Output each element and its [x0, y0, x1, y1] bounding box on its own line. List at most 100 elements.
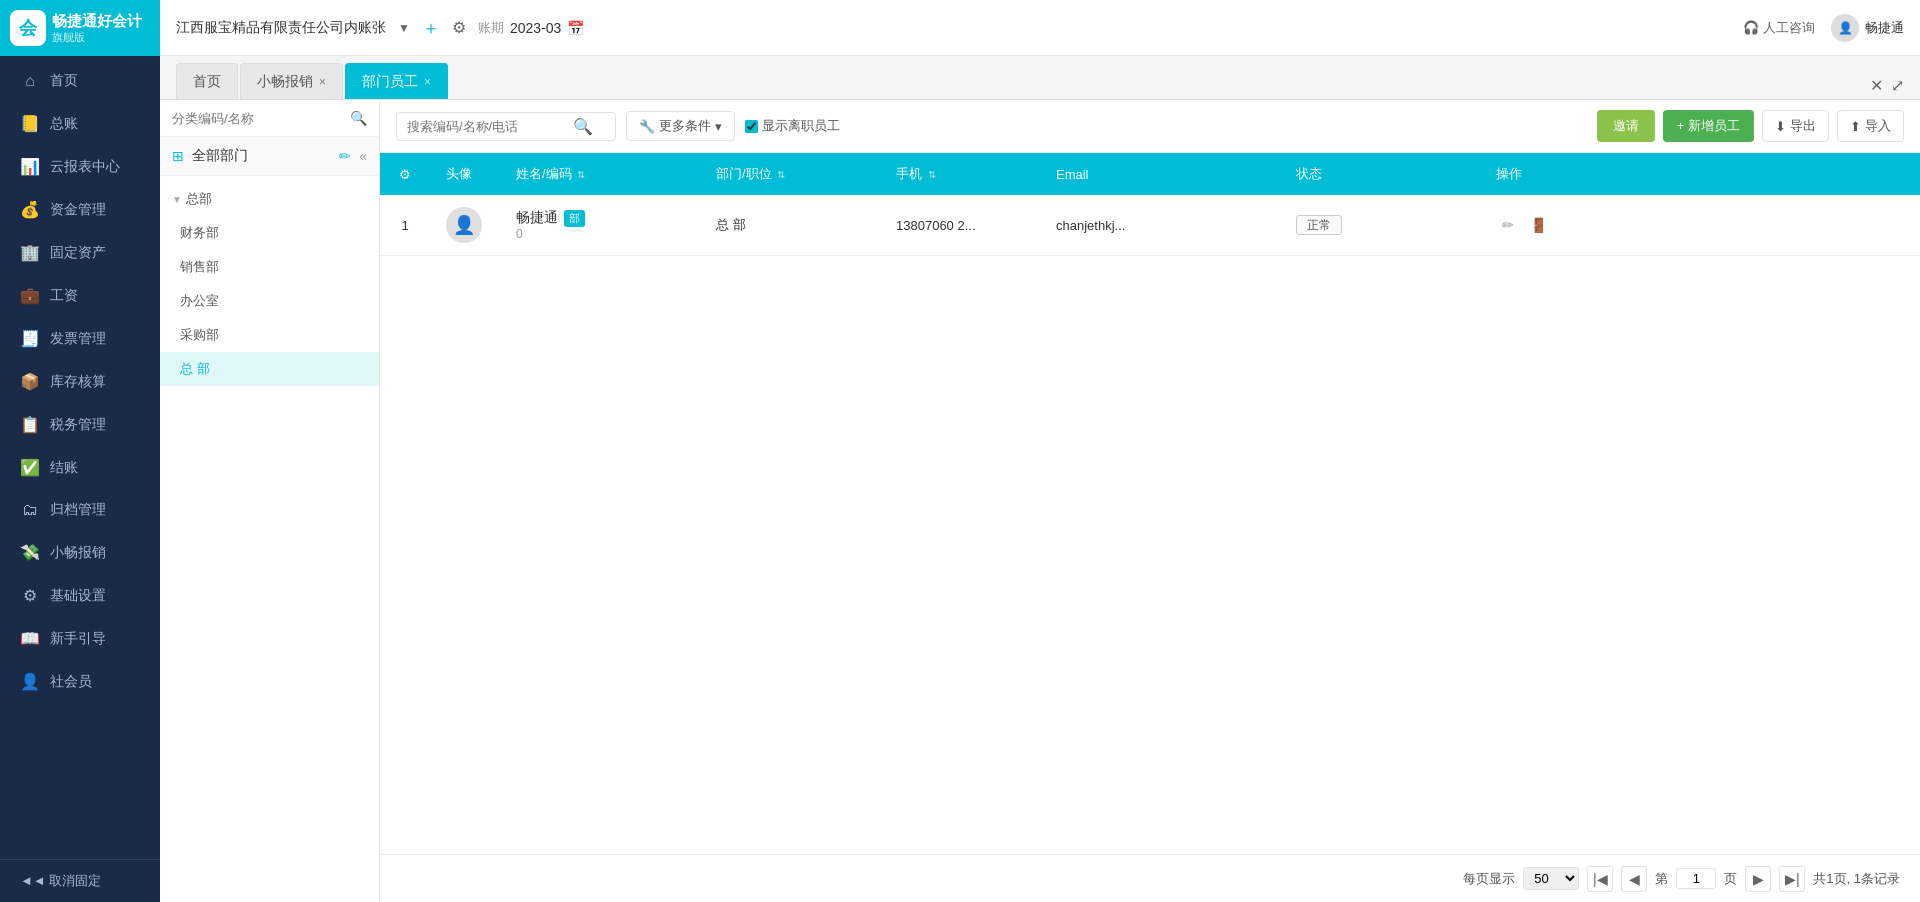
dept-item-office[interactable]: 办公室 — [160, 284, 379, 318]
pagination: 每页显示 50 100 200 |◀ ◀ 第 页 ▶ ▶| 共1页, 1条记录 — [380, 854, 1920, 902]
filter-icon: 🔧 — [639, 119, 655, 134]
tab-expense-label: 小畅报销 — [257, 73, 313, 91]
dept-item-sales[interactable]: 销售部 — [160, 250, 379, 284]
tab-expense[interactable]: 小畅报销 × — [240, 63, 343, 99]
company-name: 江西服宝精品有限责任公司内账张 — [176, 19, 386, 37]
filter-chevron-icon: ▾ — [715, 119, 722, 134]
export-label: 导出 — [1790, 117, 1816, 135]
row-actions-cell: ✏ 🚪 — [1480, 195, 1920, 256]
import-label: 导入 — [1865, 117, 1891, 135]
col-dept[interactable]: 部门/职位 ⇅ — [700, 153, 880, 195]
sidebar-item-label: 新手引导 — [50, 630, 106, 648]
import-button[interactable]: ⬆ 导入 — [1837, 110, 1904, 142]
col-phone[interactable]: 手机 ⇅ — [880, 153, 1040, 195]
export-button[interactable]: ⬇ 导出 — [1762, 110, 1829, 142]
edit-employee-button[interactable]: ✏ — [1496, 215, 1520, 235]
invite-button[interactable]: 邀请 — [1597, 110, 1655, 142]
add-company-button[interactable]: ＋ — [422, 16, 440, 40]
sidebar-item-label: 发票管理 — [50, 330, 106, 348]
row-index: 1 — [380, 195, 430, 256]
dept-search-icon[interactable]: 🔍 — [350, 110, 367, 126]
sidebar-item-label: 税务管理 — [50, 416, 106, 434]
tab-expense-close-icon[interactable]: × — [319, 75, 326, 89]
right-panel: 🔍 🔧 更多条件 ▾ 显示离职员工 邀请 + 新增员工 ⬇ 导出 — [380, 100, 1920, 902]
dept-item-headquarters-parent[interactable]: ▼ 总部 — [160, 182, 379, 216]
employee-avatar: 👤 — [446, 207, 482, 243]
dept-all-label[interactable]: 全部部门 — [192, 147, 331, 165]
col-name[interactable]: 姓名/编码 ⇅ — [500, 153, 700, 195]
page-number-input[interactable] — [1676, 868, 1716, 889]
period-value: 2023-03 — [510, 20, 561, 36]
table-row: 1 👤 畅捷通 部 0 总 部 — [380, 195, 1920, 256]
user-menu[interactable]: 👤 畅捷通 — [1831, 14, 1904, 42]
sidebar-item-assets[interactable]: 🏢 固定资产 — [0, 231, 160, 274]
page-prev-button[interactable]: ◀ — [1621, 866, 1647, 892]
user-name: 畅捷通 — [1865, 19, 1904, 37]
row-email-cell: chanjethkj... — [1040, 195, 1280, 256]
sidebar-item-invoice[interactable]: 🧾 发票管理 — [0, 317, 160, 360]
show-resigned-checkbox[interactable] — [745, 120, 758, 133]
maximize-icon[interactable]: ⤢ — [1891, 76, 1904, 95]
employee-search-input[interactable] — [407, 119, 567, 134]
expense-icon: 💸 — [20, 543, 40, 562]
sidebar-logo: 会 畅捷通好会计 旗舰版 — [0, 0, 160, 56]
close-tab-icon[interactable]: ✕ — [1870, 76, 1883, 95]
sidebar-item-home[interactable]: ⌂ 首页 — [0, 60, 160, 102]
dept-collapse-icon[interactable]: « — [359, 148, 367, 164]
period-display: 账期 2023-03 📅 — [478, 19, 584, 37]
sidebar-item-funds[interactable]: 💰 资金管理 — [0, 188, 160, 231]
service-label: 人工咨询 — [1763, 19, 1815, 37]
settings-icon: ⚙ — [20, 586, 40, 605]
show-resigned-checkbox-label[interactable]: 显示离职员工 — [745, 117, 840, 135]
sidebar-item-salary[interactable]: 💼 工资 — [0, 274, 160, 317]
row-phone-cell: 13807060 2... — [880, 195, 1040, 256]
sidebar-item-expense[interactable]: 💸 小畅报销 — [0, 531, 160, 574]
logo-sub: 旗舰版 — [52, 30, 142, 45]
sidebar-item-reports[interactable]: 📊 云报表中心 — [0, 145, 160, 188]
topbar-right: 🎧 人工咨询 👤 畅捷通 — [1743, 14, 1904, 42]
sidebar-item-settings[interactable]: ⚙ 基础设置 — [0, 574, 160, 617]
sidebar-item-archive[interactable]: 🗂 归档管理 — [0, 489, 160, 531]
tab-dept-emp[interactable]: 部门员工 × — [345, 63, 448, 99]
dept-search-input[interactable] — [172, 111, 350, 126]
tabs-bar: 首页 小畅报销 × 部门员工 × ✕ ⤢ — [160, 56, 1920, 100]
home-icon: ⌂ — [20, 72, 40, 90]
page-last-button[interactable]: ▶| — [1779, 866, 1805, 892]
page-first-button[interactable]: |◀ — [1587, 866, 1613, 892]
total-records-label: 共1页, 1条记录 — [1813, 870, 1900, 888]
per-page-select[interactable]: 50 100 200 — [1523, 867, 1579, 890]
settings-gear-icon[interactable]: ⚙ — [452, 18, 466, 37]
ledger-icon: 📒 — [20, 114, 40, 133]
avatar: 👤 — [1831, 14, 1859, 42]
delete-employee-button[interactable]: 🚪 — [1524, 215, 1553, 235]
sidebar-item-inventory[interactable]: 📦 库存核算 — [0, 360, 160, 403]
company-dropdown-icon[interactable]: ▼ — [398, 21, 410, 35]
page-next-button[interactable]: ▶ — [1745, 866, 1771, 892]
dept-item-purchase[interactable]: 采购部 — [160, 318, 379, 352]
guide-icon: 📖 — [20, 629, 40, 648]
dept-item-general[interactable]: 总 部 — [160, 352, 379, 386]
more-filters-button[interactable]: 🔧 更多条件 ▾ — [626, 111, 735, 141]
col-settings[interactable]: ⚙ — [380, 153, 430, 195]
dept-item-finance[interactable]: 财务部 — [160, 216, 379, 250]
toolbar: 🔍 🔧 更多条件 ▾ 显示离职员工 邀请 + 新增员工 ⬇ 导出 — [380, 100, 1920, 153]
col-email: Email — [1040, 153, 1280, 195]
tab-dept-emp-close-icon[interactable]: × — [424, 75, 431, 89]
service-button[interactable]: 🎧 人工咨询 — [1743, 19, 1815, 37]
topbar: 江西服宝精品有限责任公司内账张 ▼ ＋ ⚙ 账期 2023-03 📅 🎧 人工咨… — [160, 0, 1920, 56]
toolbar-right-buttons: 邀请 + 新增员工 ⬇ 导出 ⬆ 导入 — [1597, 110, 1904, 142]
dept-panel: 🔍 ⊞ 全部部门 ✏ « ▼ 总部 财务部 销售部 办公室 采购部 总 部 — [160, 100, 380, 902]
tab-home-label: 首页 — [193, 73, 221, 91]
page-prefix: 第 — [1655, 870, 1668, 888]
sidebar-item-tax[interactable]: 📋 税务管理 — [0, 403, 160, 446]
add-employee-button[interactable]: + 新增员工 — [1663, 110, 1754, 142]
tab-home[interactable]: 首页 — [176, 63, 238, 99]
sidebar-item-guide[interactable]: 📖 新手引导 — [0, 617, 160, 660]
sidebar-item-social[interactable]: 👤 社会员 — [0, 660, 160, 703]
sidebar-item-close-books[interactable]: ✅ 结账 — [0, 446, 160, 489]
employee-search-icon[interactable]: 🔍 — [573, 117, 593, 136]
unpin-button[interactable]: ◄◄ 取消固定 — [0, 859, 160, 902]
sidebar-item-ledger[interactable]: 📒 总账 — [0, 102, 160, 145]
calendar-icon[interactable]: 📅 — [567, 20, 584, 36]
dept-edit-icon[interactable]: ✏ — [339, 148, 351, 164]
